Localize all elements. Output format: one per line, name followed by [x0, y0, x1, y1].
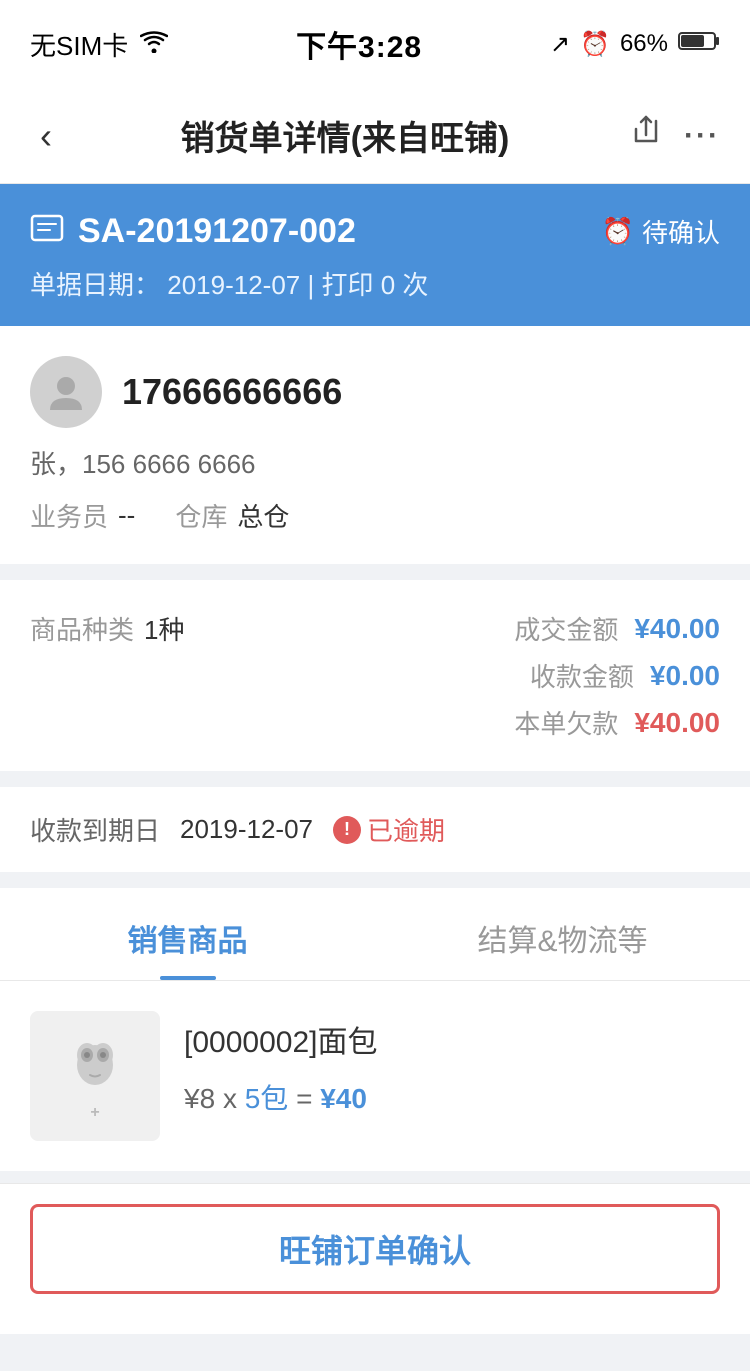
collected-amount-row: 收款金额 ¥0.00 [530, 657, 720, 694]
location-icon: ↗ [550, 30, 570, 59]
collected-amount-value: ¥0.00 [650, 660, 720, 692]
bottom-bar: 旺铺订单确认 [0, 1183, 750, 1334]
customer-section: 17666666666 张，156 6666 6666 业务员 -- 仓库 总仓 [0, 326, 750, 564]
customer-row: 17666666666 [30, 356, 720, 428]
print-suffix: 次 [402, 270, 428, 300]
warehouse-value: 总仓 [237, 497, 289, 534]
print-count: 0 [381, 270, 395, 300]
order-date-separator: | [307, 270, 321, 300]
sales-label: 业务员 [30, 497, 108, 534]
carrier-label: 无SIM卡 [30, 26, 128, 63]
battery-label: 66% [620, 30, 668, 58]
status-bar-left: 无SIM卡 [30, 26, 168, 63]
due-date-label: 收款到期日 [30, 811, 160, 848]
sales-value: -- [118, 500, 135, 531]
share-icon[interactable] [628, 113, 664, 158]
order-date-row: 单据日期： 2019-12-07 | 打印 0 次 [30, 265, 720, 302]
warehouse-item: 仓库 总仓 [175, 497, 289, 534]
collected-amount-label: 收款金额 [530, 657, 634, 694]
print-label: 打印 [321, 270, 373, 300]
page-title: 销货单详情(来自旺铺) [62, 111, 628, 160]
customer-name: 张，156 6666 6666 [30, 444, 720, 481]
order-number-text: SA-20191207-002 [78, 212, 356, 251]
owed-amount-label: 本单欠款 [514, 704, 618, 741]
customer-phone: 17666666666 [122, 371, 342, 413]
type-value: 1种 [144, 610, 184, 647]
product-total: ¥40 [320, 1083, 367, 1114]
type-label: 商品种类 [30, 610, 134, 647]
order-summary: 商品种类 1种 成交金额 ¥40.00 收款金额 ¥0.00 本单欠款 ¥40.… [0, 580, 750, 771]
product-thumbnail: + [30, 1011, 160, 1141]
avatar [30, 356, 102, 428]
product-multiply: x [223, 1083, 245, 1114]
owed-amount-value: ¥40.00 [634, 707, 720, 739]
customer-meta: 业务员 -- 仓库 总仓 [30, 497, 720, 534]
overdue-icon: ! [333, 816, 361, 844]
product-quantity: 5包 [245, 1083, 289, 1114]
tabs-header: 销售商品 结算&物流等 [0, 888, 750, 981]
summary-type: 商品种类 1种 [30, 610, 184, 647]
product-list: + [0000002]面包 ¥8 x 5包 = ¥40 [0, 981, 750, 1171]
back-button[interactable]: ‹ [30, 105, 62, 167]
nav-actions: ··· [628, 113, 720, 158]
due-date-value: 2019-12-07 [180, 814, 313, 845]
product-price: ¥8 [184, 1083, 215, 1114]
status-clock-icon: ⏰ [602, 216, 634, 247]
tab-settlement[interactable]: 结算&物流等 [375, 888, 750, 980]
deal-amount-label: 成交金额 [514, 610, 618, 647]
deal-amount-value: ¥40.00 [634, 613, 720, 645]
overdue-badge: ! 已逾期 [333, 811, 445, 848]
status-bar-right: ↗ ⏰ 66% [550, 30, 720, 59]
nav-bar: ‹ 销货单详情(来自旺铺) ··· [0, 88, 750, 184]
summary-amounts: 成交金额 ¥40.00 收款金额 ¥0.00 本单欠款 ¥40.00 [514, 610, 720, 741]
wifi-icon [140, 29, 168, 60]
product-thumb-owl-icon [65, 1031, 125, 1100]
overdue-text: 已逾期 [367, 811, 445, 848]
due-date-section: 收款到期日 2019-12-07 ! 已逾期 [0, 787, 750, 872]
order-number: SA-20191207-002 [30, 212, 356, 251]
order-header: SA-20191207-002 ⏰ 待确认 单据日期： 2019-12-07 |… [0, 184, 750, 326]
tab-sales-products[interactable]: 销售商品 [0, 888, 375, 980]
battery-icon [678, 30, 720, 59]
sales-item: 业务员 -- [30, 497, 135, 534]
product-name: [0000002]面包 [184, 1017, 720, 1061]
tabs-section: 销售商品 结算&物流等 [0, 888, 750, 1171]
status-bar: 无SIM卡 下午3:28 ↗ ⏰ 66% [0, 0, 750, 88]
thumb-plus-label: + [90, 1104, 99, 1122]
product-info: [0000002]面包 ¥8 x 5包 = ¥40 [184, 1011, 720, 1117]
product-price-row: ¥8 x 5包 = ¥40 [184, 1077, 720, 1117]
product-equals: = [296, 1083, 320, 1114]
owed-amount-row: 本单欠款 ¥40.00 [514, 704, 720, 741]
product-item: + [0000002]面包 ¥8 x 5包 = ¥40 [30, 1011, 720, 1141]
order-status: ⏰ 待确认 [602, 213, 720, 250]
order-date-value: 2019-12-07 [167, 270, 300, 300]
warehouse-label: 仓库 [175, 497, 227, 534]
more-button[interactable]: ··· [684, 119, 720, 153]
confirm-order-button[interactable]: 旺铺订单确认 [30, 1204, 720, 1294]
deal-amount-row: 成交金额 ¥40.00 [514, 610, 720, 647]
status-text: 待确认 [642, 213, 720, 250]
status-bar-time: 下午3:28 [296, 22, 422, 66]
order-date-label: 单据日期： [30, 270, 160, 300]
order-icon [30, 212, 64, 251]
alarm-icon: ⏰ [580, 30, 610, 59]
